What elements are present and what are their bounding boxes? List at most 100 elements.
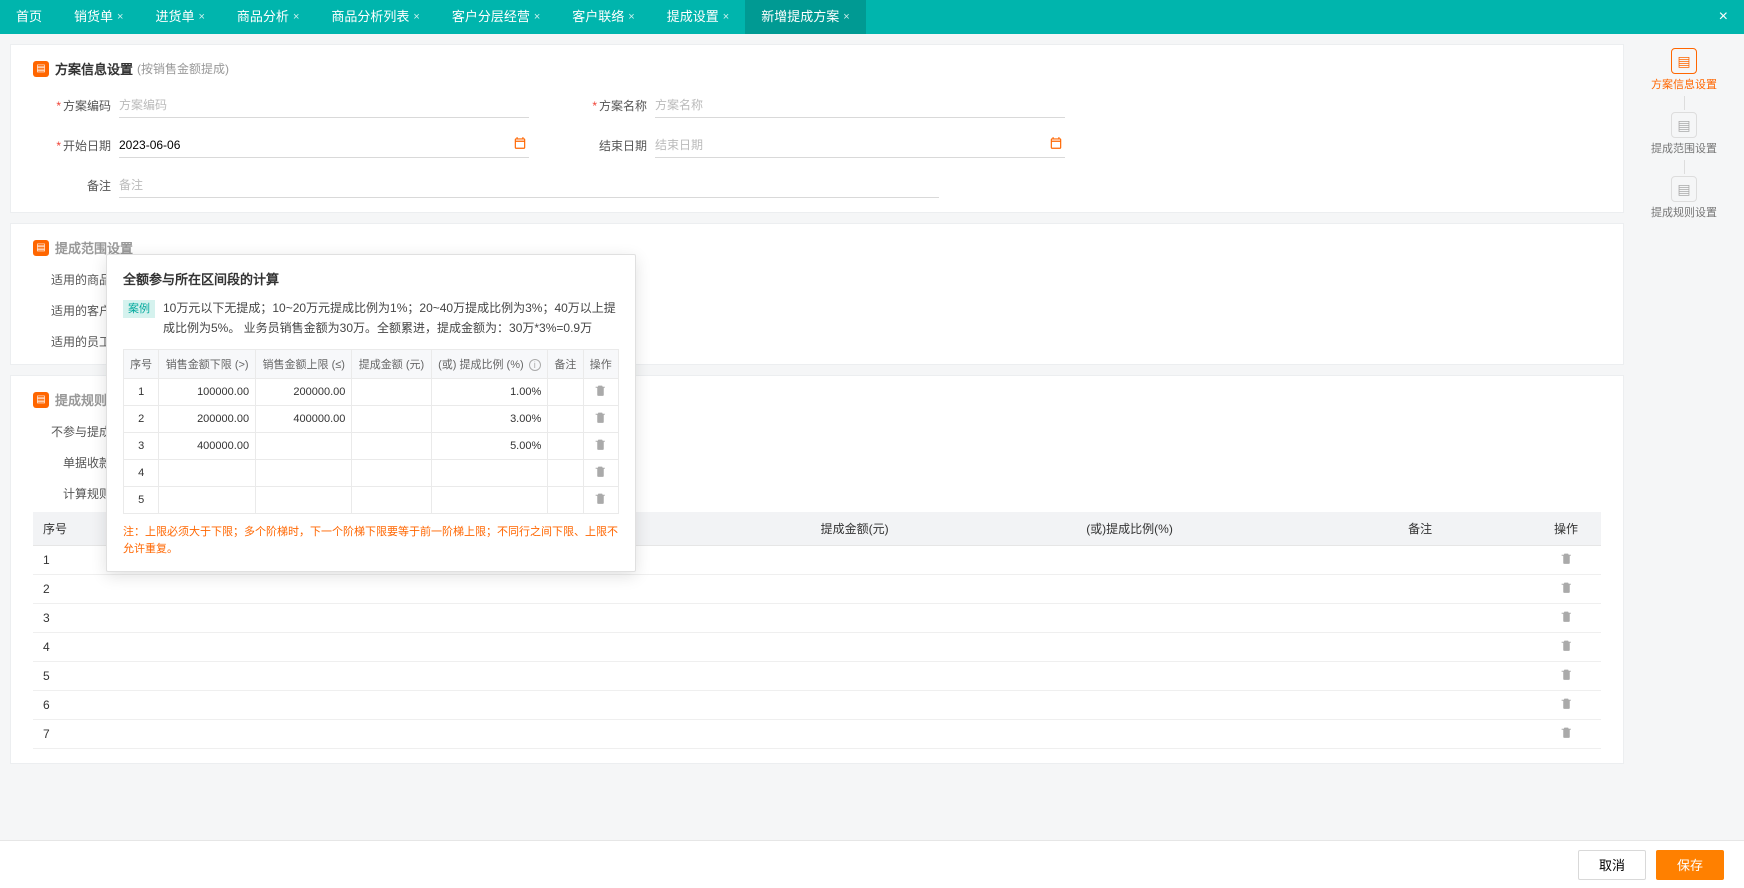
td[interactable] [811, 633, 1077, 662]
td[interactable] [1398, 691, 1531, 720]
td[interactable] [811, 575, 1077, 604]
remark-input[interactable] [119, 172, 939, 198]
delete-icon[interactable] [1560, 670, 1573, 684]
td[interactable] [1076, 575, 1398, 604]
td[interactable] [811, 546, 1077, 575]
anchor-item-0[interactable]: ▤方案信息设置 [1634, 48, 1734, 92]
delete-icon[interactable] [1560, 728, 1573, 742]
td [583, 405, 618, 432]
td[interactable] [489, 575, 811, 604]
table-row: 7 [33, 720, 1601, 749]
td[interactable] [166, 575, 489, 604]
td[interactable] [811, 662, 1077, 691]
anchor-item-2[interactable]: ▤提成规则设置 [1634, 176, 1734, 220]
td [352, 459, 431, 486]
td[interactable] [166, 662, 489, 691]
td[interactable] [166, 691, 489, 720]
tooltip-title: 全额参与所在区间段的计算 [123, 269, 619, 288]
td[interactable] [1076, 662, 1398, 691]
tab-close-icon[interactable]: × [723, 0, 729, 34]
table-row: 3400000.005.00% [124, 432, 619, 459]
save-button[interactable]: 保存 [1656, 850, 1724, 880]
tab-close-icon[interactable]: × [117, 0, 123, 34]
td: 200000.00 [256, 378, 352, 405]
delete-icon[interactable] [1560, 583, 1573, 597]
tab-8[interactable]: 新增提成方案× [745, 0, 865, 34]
tab-close-icon[interactable]: × [293, 0, 299, 34]
td[interactable] [489, 691, 811, 720]
td[interactable] [1398, 720, 1531, 749]
section-icon: ▤ [33, 392, 49, 408]
td: 7 [33, 720, 166, 749]
td [1531, 720, 1601, 749]
cancel-button[interactable]: 取消 [1578, 850, 1646, 880]
tab-close-icon[interactable]: × [413, 0, 419, 34]
td: 6 [33, 691, 166, 720]
td[interactable] [489, 720, 811, 749]
td[interactable] [166, 720, 489, 749]
tab-close-icon[interactable]: × [534, 0, 540, 34]
td [256, 486, 352, 513]
td [352, 432, 431, 459]
td [1531, 604, 1601, 633]
end-date-input[interactable] [655, 132, 1065, 158]
td [1531, 662, 1601, 691]
td[interactable] [1076, 546, 1398, 575]
table-row: 2200000.00400000.003.00% [124, 405, 619, 432]
td[interactable] [489, 662, 811, 691]
td[interactable] [1076, 604, 1398, 633]
delete-icon[interactable] [1560, 641, 1573, 655]
tab-close-icon[interactable]: × [628, 0, 634, 34]
tab-2[interactable]: 进货单× [139, 0, 220, 34]
tabs-close-all-icon[interactable]: × [1711, 0, 1736, 34]
tab-3[interactable]: 商品分析× [221, 0, 315, 34]
tab-0[interactable]: 首页 [0, 0, 58, 34]
td[interactable] [1076, 691, 1398, 720]
delete-icon[interactable] [594, 415, 607, 427]
td [583, 486, 618, 513]
plan-code-input[interactable] [119, 92, 529, 118]
delete-icon[interactable] [594, 388, 607, 400]
td: 1 [124, 378, 159, 405]
td: 2 [33, 575, 166, 604]
tab-close-icon[interactable]: × [843, 0, 849, 34]
delete-icon[interactable] [594, 442, 607, 454]
td[interactable] [489, 604, 811, 633]
td[interactable] [1076, 720, 1398, 749]
td[interactable] [489, 633, 811, 662]
field-label: 备注 [87, 179, 111, 193]
table-row: 1100000.00200000.001.00% [124, 378, 619, 405]
td[interactable] [811, 604, 1077, 633]
td[interactable] [811, 691, 1077, 720]
tab-4[interactable]: 商品分析列表× [315, 0, 435, 34]
td [583, 459, 618, 486]
td[interactable] [1398, 604, 1531, 633]
td[interactable] [1398, 575, 1531, 604]
tab-6[interactable]: 客户联络× [556, 0, 650, 34]
delete-icon[interactable] [1560, 554, 1573, 568]
td: 5 [124, 486, 159, 513]
delete-icon[interactable] [594, 469, 607, 481]
td[interactable] [811, 720, 1077, 749]
td[interactable] [1398, 662, 1531, 691]
anchor-item-1[interactable]: ▤提成范围设置 [1634, 112, 1734, 156]
tab-5[interactable]: 客户分层经营× [436, 0, 556, 34]
td[interactable] [1398, 546, 1531, 575]
td: 200000.00 [159, 405, 256, 432]
field-label: 计算规则 [33, 485, 111, 502]
td [548, 405, 583, 432]
start-date-input[interactable] [119, 132, 529, 158]
td [352, 378, 431, 405]
td[interactable] [166, 633, 489, 662]
tab-close-icon[interactable]: × [198, 0, 204, 34]
delete-icon[interactable] [1560, 699, 1573, 713]
plan-name-input[interactable] [655, 92, 1065, 118]
tab-7[interactable]: 提成设置× [651, 0, 745, 34]
tab-1[interactable]: 销货单× [58, 0, 139, 34]
delete-icon[interactable] [594, 496, 607, 508]
td[interactable] [1076, 633, 1398, 662]
delete-icon[interactable] [1560, 612, 1573, 626]
td[interactable] [1398, 633, 1531, 662]
th: 提成金额 (元) [352, 349, 431, 378]
td[interactable] [166, 604, 489, 633]
